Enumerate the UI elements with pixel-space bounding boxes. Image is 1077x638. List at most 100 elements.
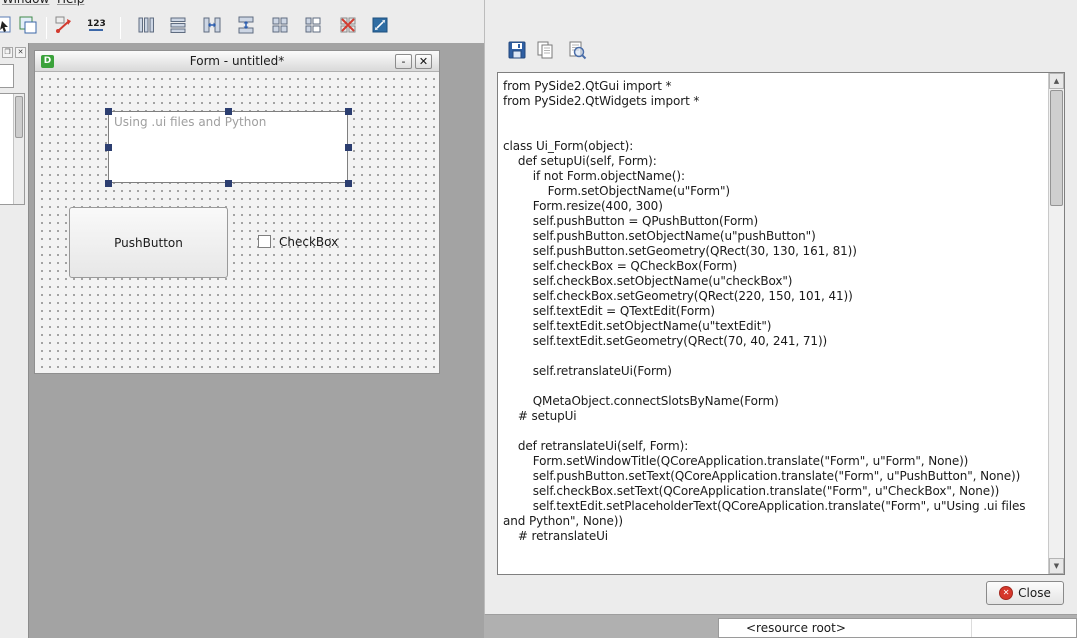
code-line: [503, 424, 1048, 439]
widgetbox-filter-field[interactable]: [0, 64, 14, 88]
code-line: Form.setWindowTitle(QCoreApplication.tra…: [503, 454, 1048, 469]
scroll-thumb[interactable]: [1050, 90, 1063, 206]
new-form-button[interactable]: [16, 13, 40, 37]
code-line: from PySide2.QtWidgets import *: [503, 94, 1048, 109]
new-form-icon: [17, 14, 39, 36]
code-line: self.textEdit = QTextEdit(Form): [503, 304, 1048, 319]
adjust-size-button[interactable]: [368, 13, 392, 37]
edit-signals-slots-button[interactable]: [52, 13, 76, 37]
checkbox-indicator[interactable]: [258, 235, 271, 248]
code-scrollbar[interactable]: ▲ ▼: [1048, 73, 1064, 574]
form-canvas[interactable]: Using .ui files and Python PushButton Ch…: [35, 72, 439, 373]
edit-tab-order-button[interactable]: 123: [84, 13, 108, 37]
code-line: [503, 109, 1048, 124]
code-line: and Python", None)): [503, 514, 1048, 529]
layout-grid-icon: [269, 14, 291, 36]
code-line: # retranslateUi: [503, 529, 1048, 544]
code-line: def retranslateUi(self, Form):: [503, 439, 1048, 454]
scroll-up-icon[interactable]: ▲: [1049, 73, 1064, 89]
form-window-icon: D: [41, 55, 54, 68]
toolbar-separator: [120, 17, 121, 39]
edit-widgets-button[interactable]: [0, 13, 15, 37]
checkbox-widget[interactable]: CheckBox: [279, 236, 338, 249]
code-line: from PySide2.QtGui import *: [503, 79, 1048, 94]
left-dock-strip: ❐ ✕: [0, 43, 28, 638]
selection-handle-top-left[interactable]: [105, 108, 112, 115]
scroll-down-icon[interactable]: ▼: [1049, 558, 1064, 574]
layout-form-button[interactable]: [301, 13, 325, 37]
code-line: self.checkBox.setText(QCoreApplication.t…: [503, 484, 1048, 499]
code-line: Form.setObjectName(u"Form"): [503, 184, 1048, 199]
selection-handle-bottom-right[interactable]: [345, 180, 352, 187]
textedit-placeholder: Using .ui files and Python: [109, 112, 347, 132]
mdi-area: D Form - untitled* - ✕ Using .ui files a…: [28, 43, 484, 638]
find-button[interactable]: [565, 38, 589, 62]
layout-vertical-splitter-button[interactable]: [234, 13, 258, 37]
menubar: Window Help: [0, 0, 484, 7]
selection-handle-right[interactable]: [345, 144, 352, 151]
layout-horizontal-button[interactable]: [134, 13, 158, 37]
form-close-button[interactable]: ✕: [415, 54, 432, 69]
resource-browser[interactable]: <resource root>: [718, 618, 1077, 638]
layout-horizontal-splitter-icon: [201, 14, 223, 36]
code-line: QMetaObject.connectSlotsByName(Form): [503, 394, 1048, 409]
widgetbox-list[interactable]: [0, 93, 25, 205]
dock-close-icon[interactable]: ✕: [15, 47, 26, 58]
resource-root-item[interactable]: <resource root>: [746, 621, 846, 635]
code-line: self.checkBox.setObjectName(u"checkBox"): [503, 274, 1048, 289]
code-view[interactable]: from PySide2.QtGui import *from PySide2.…: [497, 72, 1065, 575]
code-line: self.pushButton = QPushButton(Form): [503, 214, 1048, 229]
main-toolbar: 123: [0, 7, 484, 44]
menu-window[interactable]: Window: [2, 0, 49, 6]
layout-grid-button[interactable]: [268, 13, 292, 37]
selection-handle-top-right[interactable]: [345, 108, 352, 115]
save-button[interactable]: [505, 38, 529, 62]
selection-handle-bottom[interactable]: [225, 180, 232, 187]
widgetbox-scrollbar[interactable]: [13, 94, 24, 204]
code-line: def setupUi(self, Form):: [503, 154, 1048, 169]
copy-button[interactable]: [533, 38, 557, 62]
dock-float-icon[interactable]: ❐: [2, 47, 13, 58]
code-line: self.pushButton.setText(QCoreApplication…: [503, 469, 1048, 484]
code-line: self.retranslateUi(Form): [503, 364, 1048, 379]
code-line: self.pushButton.setGeometry(QRect(30, 13…: [503, 244, 1048, 259]
code-preview-dialog: from PySide2.QtGui import *from PySide2.…: [484, 0, 1077, 615]
code-line: if not Form.objectName():: [503, 169, 1048, 184]
code-line: # setupUi: [503, 409, 1048, 424]
code-line: [503, 124, 1048, 139]
layout-vertical-button[interactable]: [166, 13, 190, 37]
pushbutton-widget[interactable]: PushButton: [69, 207, 228, 278]
code-line: self.textEdit.setObjectName(u"textEdit"): [503, 319, 1048, 334]
break-layout-button[interactable]: [336, 13, 360, 37]
code-text[interactable]: from PySide2.QtGui import *from PySide2.…: [498, 73, 1048, 574]
form-minimize-button[interactable]: -: [395, 54, 412, 69]
code-line: self.pushButton.setObjectName(u"pushButt…: [503, 229, 1048, 244]
layout-vertical-splitter-icon: [235, 14, 257, 36]
toolbar-separator: [46, 17, 47, 39]
code-line: [503, 379, 1048, 394]
break-layout-icon: [337, 14, 359, 36]
close-button[interactable]: ✕ Close: [986, 581, 1064, 605]
code-line: self.checkBox.setGeometry(QRect(220, 150…: [503, 289, 1048, 304]
menu-help[interactable]: Help: [57, 0, 84, 6]
selection-handle-left[interactable]: [105, 144, 112, 151]
svg-text:123: 123: [87, 19, 106, 29]
code-line: self.textEdit.setPlaceholderText(QCoreAp…: [503, 499, 1048, 514]
qt-designer-screen: Window Help 123: [0, 0, 1077, 638]
form-editor-window[interactable]: D Form - untitled* - ✕ Using .ui files a…: [34, 50, 440, 374]
resource-column-divider: [971, 619, 972, 637]
edit-widgets-icon: [0, 14, 14, 36]
form-titlebar[interactable]: D Form - untitled* - ✕: [35, 51, 439, 72]
selection-handle-bottom-left[interactable]: [105, 180, 112, 187]
close-x-icon: ✕: [999, 586, 1013, 600]
layout-horizontal-splitter-button[interactable]: [200, 13, 224, 37]
form-window-title: Form - untitled*: [35, 51, 439, 71]
edit-signals-slots-icon: [53, 14, 75, 36]
selection-handle-top[interactable]: [225, 108, 232, 115]
widgetbox-scrollbar-thumb[interactable]: [15, 96, 23, 138]
code-line: [503, 349, 1048, 364]
textedit-widget[interactable]: Using .ui files and Python: [108, 111, 348, 183]
layout-form-icon: [302, 14, 324, 36]
code-line: class Ui_Form(object):: [503, 139, 1048, 154]
layout-horizontal-icon: [135, 14, 157, 36]
